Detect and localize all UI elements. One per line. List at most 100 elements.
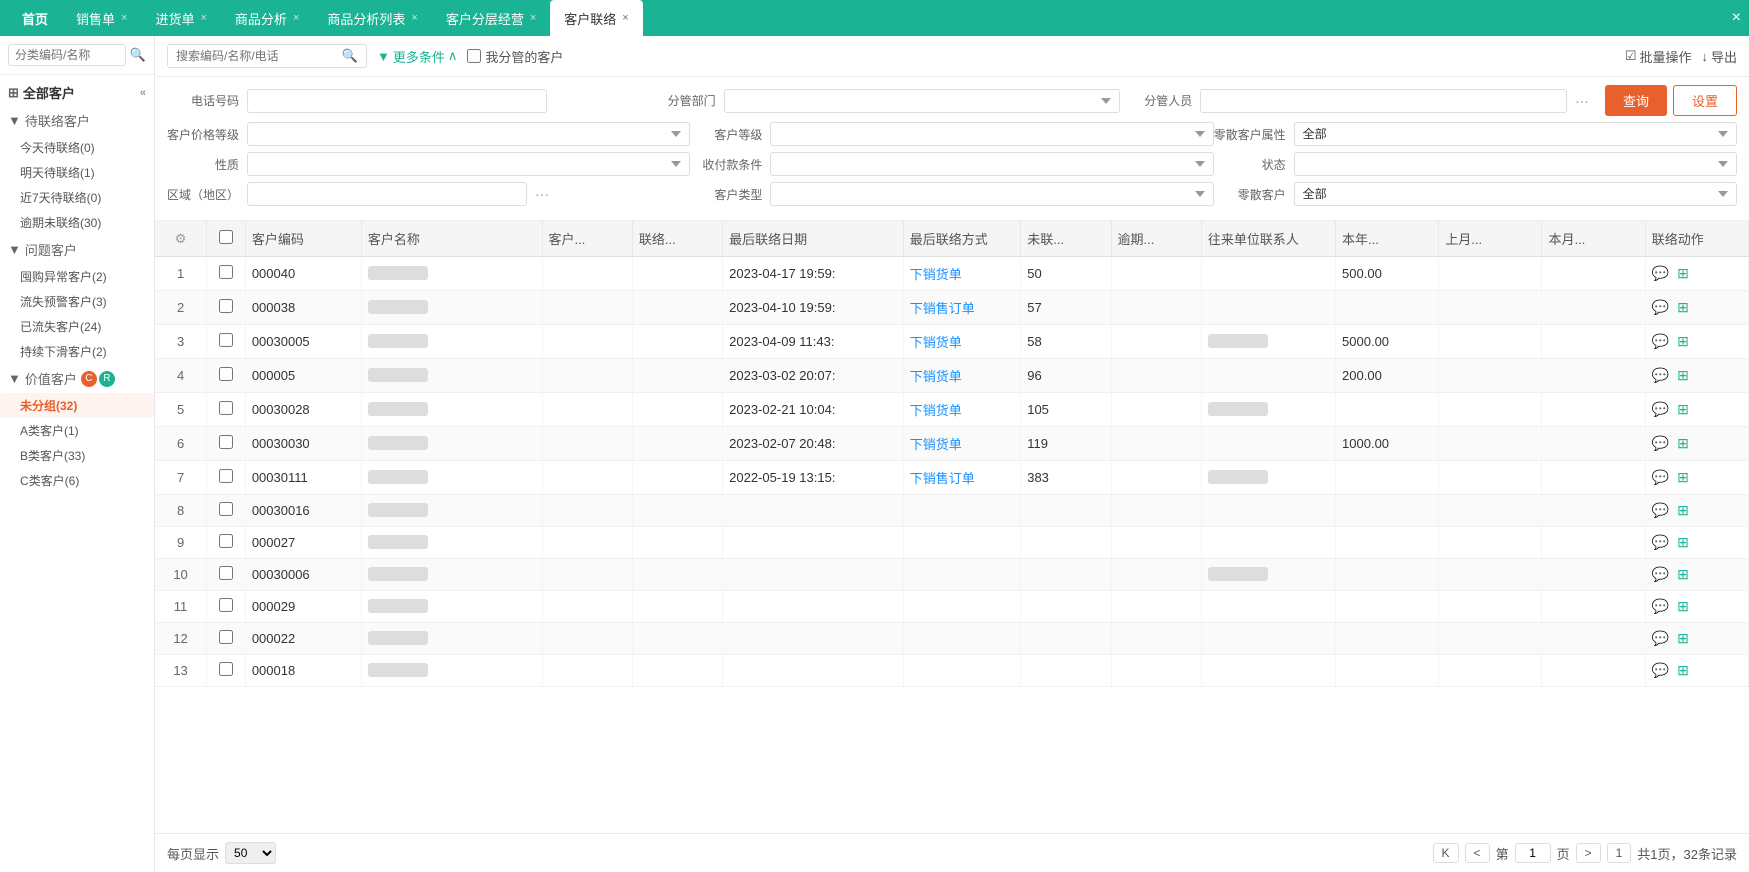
query-button[interactable]: 查询	[1605, 85, 1667, 116]
message-icon[interactable]: 💬	[1652, 598, 1669, 615]
contact-method-link[interactable]: 下销售订单	[910, 301, 975, 316]
col-header-thismonth[interactable]: 本月...	[1542, 221, 1645, 257]
col-header-lastmonth[interactable]: 上月...	[1439, 221, 1542, 257]
filter-zero-attr-select[interactable]: 全部	[1294, 122, 1737, 146]
filter-payment-select[interactable]	[770, 152, 1213, 176]
grid-action-icon[interactable]: ⊞	[1677, 401, 1689, 418]
grid-action-icon[interactable]: ⊞	[1677, 502, 1689, 519]
row-checkbox[interactable]	[219, 534, 233, 548]
row-checkbox[interactable]	[219, 566, 233, 580]
sidebar-item-7days[interactable]: 近7天待联络(0)	[0, 185, 154, 210]
row-checkbox[interactable]	[219, 469, 233, 483]
last-page-btn[interactable]: 1	[1607, 843, 1632, 863]
row-checkbox[interactable]	[219, 662, 233, 676]
filter-zero-customer-select[interactable]: 全部	[1294, 182, 1737, 206]
sidebar-item-today[interactable]: 今天待联络(0)	[0, 135, 154, 160]
sidebar-item-tomorrow[interactable]: 明天待联络(1)	[0, 160, 154, 185]
contact-method-link[interactable]: 下销货单	[910, 335, 962, 350]
filter-search-icon[interactable]: 🔍	[342, 48, 358, 64]
col-header-pending[interactable]: 未联...	[1021, 221, 1111, 257]
sidebar-item-churned[interactable]: 已流失客户(24)	[0, 314, 154, 339]
grid-action-icon[interactable]: ⊞	[1677, 333, 1689, 350]
sidebar-item-hoarding[interactable]: 囤购异常客户(2)	[0, 264, 154, 289]
filter-customer-level-select[interactable]	[770, 122, 1213, 146]
message-icon[interactable]: 💬	[1652, 367, 1669, 384]
select-all-checkbox[interactable]	[219, 230, 233, 244]
row-checkbox[interactable]	[219, 265, 233, 279]
filter-more-conditions[interactable]: ▼ 更多条件 ∧	[377, 47, 457, 66]
first-page-btn[interactable]: K	[1433, 843, 1459, 863]
sidebar-item-class-c[interactable]: C类客户(6)	[0, 468, 154, 493]
message-icon[interactable]: 💬	[1652, 333, 1669, 350]
tab-purchase[interactable]: 进货单 ×	[141, 0, 220, 36]
filter-customer-type-select[interactable]	[770, 182, 1213, 206]
sidebar-search-input[interactable]	[8, 44, 126, 66]
tab-home[interactable]: 首页	[8, 0, 62, 36]
message-icon[interactable]: 💬	[1652, 662, 1669, 679]
row-checkbox[interactable]	[219, 299, 233, 313]
gear-icon[interactable]: ⚙	[175, 231, 187, 246]
tab-product-analysis-list[interactable]: 商品分析列表 ×	[313, 0, 431, 36]
grid-action-icon[interactable]: ⊞	[1677, 469, 1689, 486]
sidebar-item-ungroup[interactable]: 未分组(32)	[0, 393, 154, 418]
col-header-name[interactable]: 客户名称	[361, 221, 542, 257]
filter-region-dots[interactable]: ···	[527, 186, 557, 202]
sidebar-collapse-btn[interactable]: «	[140, 87, 146, 99]
grid-action-icon[interactable]: ⊞	[1677, 435, 1689, 452]
col-header-person[interactable]: 往来单位联系人	[1201, 221, 1335, 257]
contact-method-link[interactable]: 下销货单	[910, 437, 962, 452]
contact-method-link[interactable]: 下销货单	[910, 267, 962, 282]
grid-action-icon[interactable]: ⊞	[1677, 566, 1689, 583]
all-customers-header[interactable]: ⊞ 全部客户 «	[0, 75, 154, 106]
message-icon[interactable]: 💬	[1652, 265, 1669, 282]
row-checkbox[interactable]	[219, 598, 233, 612]
filter-search-input[interactable]	[176, 49, 342, 63]
next-page-btn[interactable]: >	[1576, 843, 1601, 863]
reset-button[interactable]: 设置	[1673, 85, 1737, 116]
filter-price-level-select[interactable]	[247, 122, 690, 146]
row-checkbox[interactable]	[219, 401, 233, 415]
sidebar-item-declining[interactable]: 持续下滑客户(2)	[0, 339, 154, 364]
export-btn[interactable]: ↓ 导出	[1701, 47, 1737, 66]
message-icon[interactable]: 💬	[1652, 469, 1669, 486]
tab-customer-tier-close[interactable]: ×	[530, 12, 536, 24]
sidebar-item-class-a[interactable]: A类客户(1)	[0, 418, 154, 443]
tab-customer-contact-close[interactable]: ×	[622, 12, 628, 24]
filter-dept-select[interactable]	[724, 89, 1121, 113]
sidebar-group-problem[interactable]: ▼ 问题客户	[0, 235, 154, 264]
col-header-year[interactable]: 本年...	[1336, 221, 1439, 257]
sidebar-group-value[interactable]: ▼ 价值客户 C R	[0, 364, 154, 393]
row-checkbox[interactable]	[219, 333, 233, 347]
row-checkbox[interactable]	[219, 367, 233, 381]
grid-action-icon[interactable]: ⊞	[1677, 299, 1689, 316]
grid-action-icon[interactable]: ⊞	[1677, 662, 1689, 679]
col-header-code[interactable]: 客户编码	[245, 221, 361, 257]
message-icon[interactable]: 💬	[1652, 566, 1669, 583]
tab-bar-close-all[interactable]: ×	[1732, 9, 1741, 27]
filter-manager-input[interactable]	[1200, 89, 1567, 113]
message-icon[interactable]: 💬	[1652, 401, 1669, 418]
message-icon[interactable]: 💬	[1652, 534, 1669, 551]
grid-action-icon[interactable]: ⊞	[1677, 367, 1689, 384]
message-icon[interactable]: 💬	[1652, 435, 1669, 452]
filter-status-select[interactable]	[1294, 152, 1737, 176]
sidebar-item-class-b[interactable]: B类客户(33)	[0, 443, 154, 468]
filter-region-input[interactable]	[247, 182, 527, 206]
col-header-action[interactable]: 联络动作	[1645, 221, 1748, 257]
col-header-method[interactable]: 最后联络方式	[903, 221, 1020, 257]
tab-sales-close[interactable]: ×	[121, 12, 127, 24]
tab-product-analysis[interactable]: 商品分析 ×	[221, 0, 313, 36]
col-header-overdue[interactable]: 逾期...	[1111, 221, 1201, 257]
tab-sales[interactable]: 销售单 ×	[62, 0, 141, 36]
sidebar-search-icon[interactable]: 🔍	[130, 47, 146, 63]
row-checkbox[interactable]	[219, 502, 233, 516]
filter-gender-select[interactable]	[247, 152, 690, 176]
row-checkbox[interactable]	[219, 630, 233, 644]
col-header-contact[interactable]: 联络...	[632, 221, 722, 257]
col-header-date[interactable]: 最后联络日期	[723, 221, 904, 257]
filter-phone-input[interactable]	[247, 89, 547, 113]
tab-product-analysis-list-close[interactable]: ×	[411, 12, 417, 24]
contact-method-link[interactable]: 下销货单	[910, 369, 962, 384]
contact-method-link[interactable]: 下销货单	[910, 403, 962, 418]
message-icon[interactable]: 💬	[1652, 630, 1669, 647]
